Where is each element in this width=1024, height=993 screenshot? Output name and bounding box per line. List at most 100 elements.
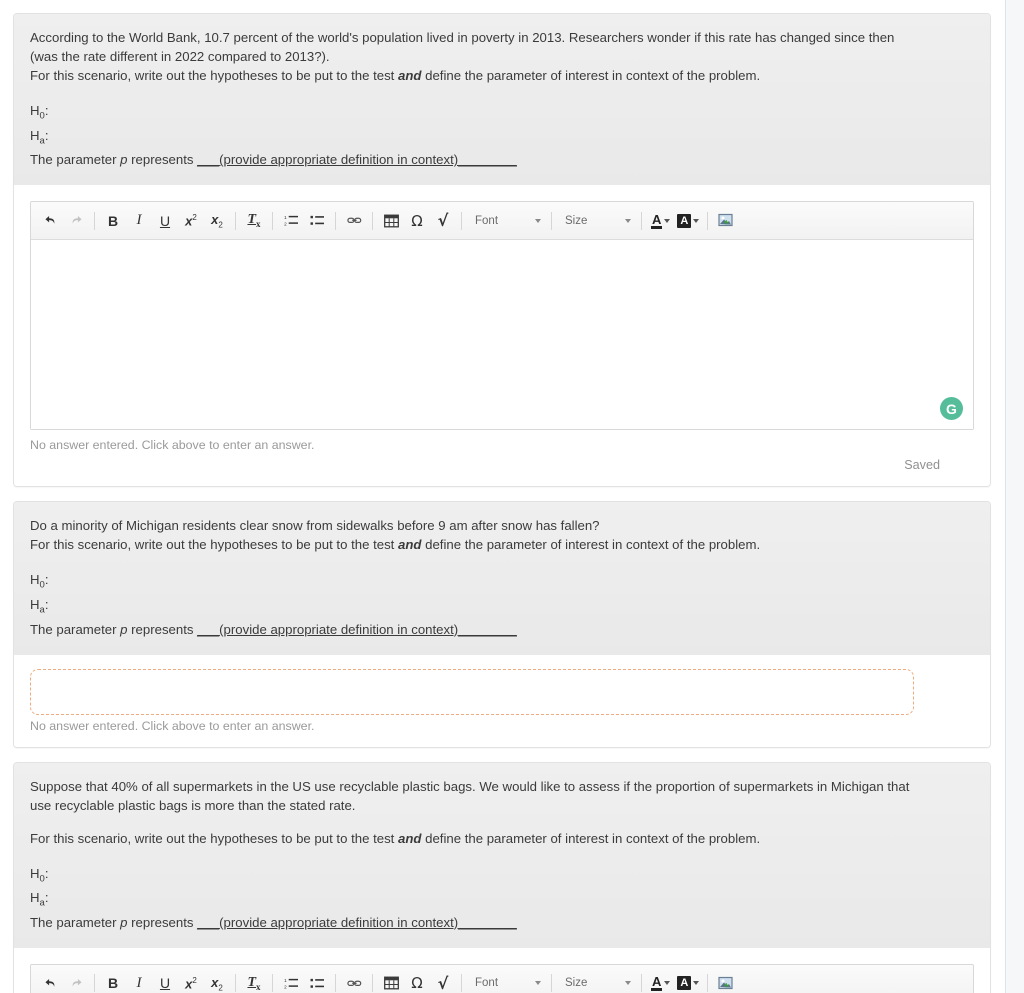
bold-icon[interactable]: B (100, 970, 126, 993)
text-color-icon[interactable]: A (647, 208, 673, 234)
font-family-select[interactable]: Font (467, 208, 546, 234)
chevron-down-icon (535, 981, 541, 986)
prompt-line-1a: According to the World Bank, 10.7 percen… (30, 30, 895, 45)
question-prompt-1: According to the World Bank, 10.7 percen… (14, 14, 990, 186)
editor-toolbar-1: B I U x2 x2 Tx 12 Ω √ Font Size A A (31, 202, 973, 241)
toolbar-separator (641, 974, 642, 993)
font-size-select[interactable]: Size (557, 970, 636, 993)
font-size-select[interactable]: Size (557, 208, 636, 234)
special-character-icon[interactable]: Ω (404, 208, 430, 234)
param-blank-lead: ___ (197, 152, 220, 168)
param-blank-text: (provide appropriate definition in conte… (219, 621, 459, 637)
instruction-suffix: define the parameter of interest in cont… (421, 830, 761, 846)
special-character-icon[interactable]: Ω (404, 970, 430, 993)
chevron-down-icon (693, 981, 700, 986)
underline-icon[interactable]: U (152, 208, 178, 234)
question-card-2: Do a minority of Michigan residents clea… (13, 501, 991, 748)
prompt-line-3b: use recyclable plastic bags is more than… (30, 797, 356, 813)
undo-icon[interactable] (37, 970, 63, 993)
saved-row-1: Saved (14, 452, 990, 487)
bulleted-list-icon[interactable] (304, 970, 330, 993)
h0-colon: : (44, 572, 49, 588)
superscript-icon[interactable]: x2 (178, 208, 204, 234)
toolbar-separator (272, 974, 273, 993)
chevron-down-icon (625, 981, 631, 986)
math-icon[interactable]: √ (430, 970, 456, 993)
table-icon[interactable] (378, 970, 404, 993)
subscript-icon[interactable]: x2 (204, 208, 230, 234)
param-blank-lead: ___ (197, 621, 220, 637)
numbered-list-icon[interactable]: 12 (278, 208, 304, 234)
font-family-select[interactable]: Font (467, 970, 546, 993)
right-scroll-rail[interactable] (1005, 0, 1024, 993)
param-blank-trail: ________ (458, 621, 517, 637)
saved-status-1: Saved (904, 458, 940, 473)
subscript-icon[interactable]: x2 (204, 970, 230, 993)
remove-format-icon[interactable]: Tx (241, 208, 267, 234)
instruction-prefix: For this scenario, write out the hypothe… (30, 830, 398, 846)
ha-letter: H (30, 596, 40, 612)
remove-format-icon[interactable]: Tx (241, 970, 267, 993)
alt-hypothesis-label-3: Ha: (30, 888, 974, 913)
null-hypothesis-label-3: H0: (30, 864, 974, 889)
param-blank-text: (provide appropriate definition in conte… (219, 152, 459, 168)
redo-icon[interactable] (63, 208, 89, 234)
instruction-line-1: For this scenario, write out the hypothe… (30, 66, 974, 85)
image-icon[interactable] (713, 208, 739, 234)
toolbar-separator (461, 211, 462, 230)
page-root: According to the World Bank, 10.7 percen… (0, 0, 1024, 993)
rich-text-editor-1[interactable]: B I U x2 x2 Tx 12 Ω √ Font Size A A G (30, 201, 974, 431)
question-prompt-3: Suppose that 40% of all supermarkets in … (14, 762, 990, 948)
question-list: According to the World Bank, 10.7 percen… (0, 0, 1004, 993)
instruction-suffix: define the parameter of interest in cont… (421, 68, 761, 83)
toolbar-separator (372, 211, 373, 230)
answer-editor-wrap-2 (14, 654, 990, 715)
bulleted-list-icon[interactable] (304, 208, 330, 234)
font-size-label: Size (565, 977, 588, 990)
toolbar-separator (235, 211, 236, 230)
editor-toolbar-3: B I U x2 x2 Tx 12 Ω √ Font Size A A (31, 964, 973, 993)
toolbar-separator (94, 974, 95, 993)
instruction-emphasis: and (398, 830, 422, 846)
toolbar-separator (235, 974, 236, 993)
superscript-icon[interactable]: x2 (178, 970, 204, 993)
redo-icon[interactable] (63, 970, 89, 993)
text-color-icon[interactable]: A (647, 970, 673, 993)
prompt-line-3a: Suppose that 40% of all supermarkets in … (30, 778, 910, 794)
param-mid: represents (127, 621, 198, 637)
chevron-down-icon (535, 218, 541, 223)
answer-placeholder-box-2[interactable] (30, 668, 914, 715)
table-icon[interactable] (378, 208, 404, 234)
italic-icon[interactable]: I (126, 970, 152, 993)
no-answer-notice-1: No answer entered. Click above to enter … (14, 430, 990, 453)
image-icon[interactable] (713, 970, 739, 993)
param-prefix: The parameter (30, 914, 121, 930)
ha-letter: H (30, 127, 40, 143)
italic-icon[interactable]: I (126, 208, 152, 234)
grammarly-icon[interactable]: G (940, 397, 963, 421)
undo-icon[interactable] (37, 208, 63, 234)
svg-text:1: 1 (284, 978, 287, 983)
toolbar-separator (551, 211, 552, 230)
parameter-definition-line-3: The parameter p represents ___(provide a… (30, 913, 974, 932)
chevron-down-icon (664, 981, 671, 986)
toolbar-separator (335, 211, 336, 230)
bold-icon[interactable]: B (100, 208, 126, 234)
toolbar-separator (94, 211, 95, 230)
numbered-list-icon[interactable]: 12 (278, 970, 304, 993)
rich-text-editor-3[interactable]: B I U x2 x2 Tx 12 Ω √ Font Size A A (30, 963, 974, 993)
background-color-icon[interactable]: A (673, 208, 702, 234)
null-hypothesis-label-2: H0: (30, 570, 974, 595)
param-symbol: p (120, 914, 128, 930)
answer-input-area-1[interactable]: G (31, 240, 973, 430)
underline-icon[interactable]: U (152, 970, 178, 993)
link-icon[interactable] (341, 208, 367, 234)
chevron-down-icon (625, 218, 631, 223)
instruction-suffix: define the parameter of interest in cont… (421, 537, 761, 553)
background-color-icon[interactable]: A (673, 970, 702, 993)
instruction-prefix: For this scenario, write out the hypothe… (30, 68, 398, 83)
math-icon[interactable]: √ (430, 208, 456, 234)
link-icon[interactable] (341, 970, 367, 993)
font-family-label: Font (475, 214, 499, 227)
